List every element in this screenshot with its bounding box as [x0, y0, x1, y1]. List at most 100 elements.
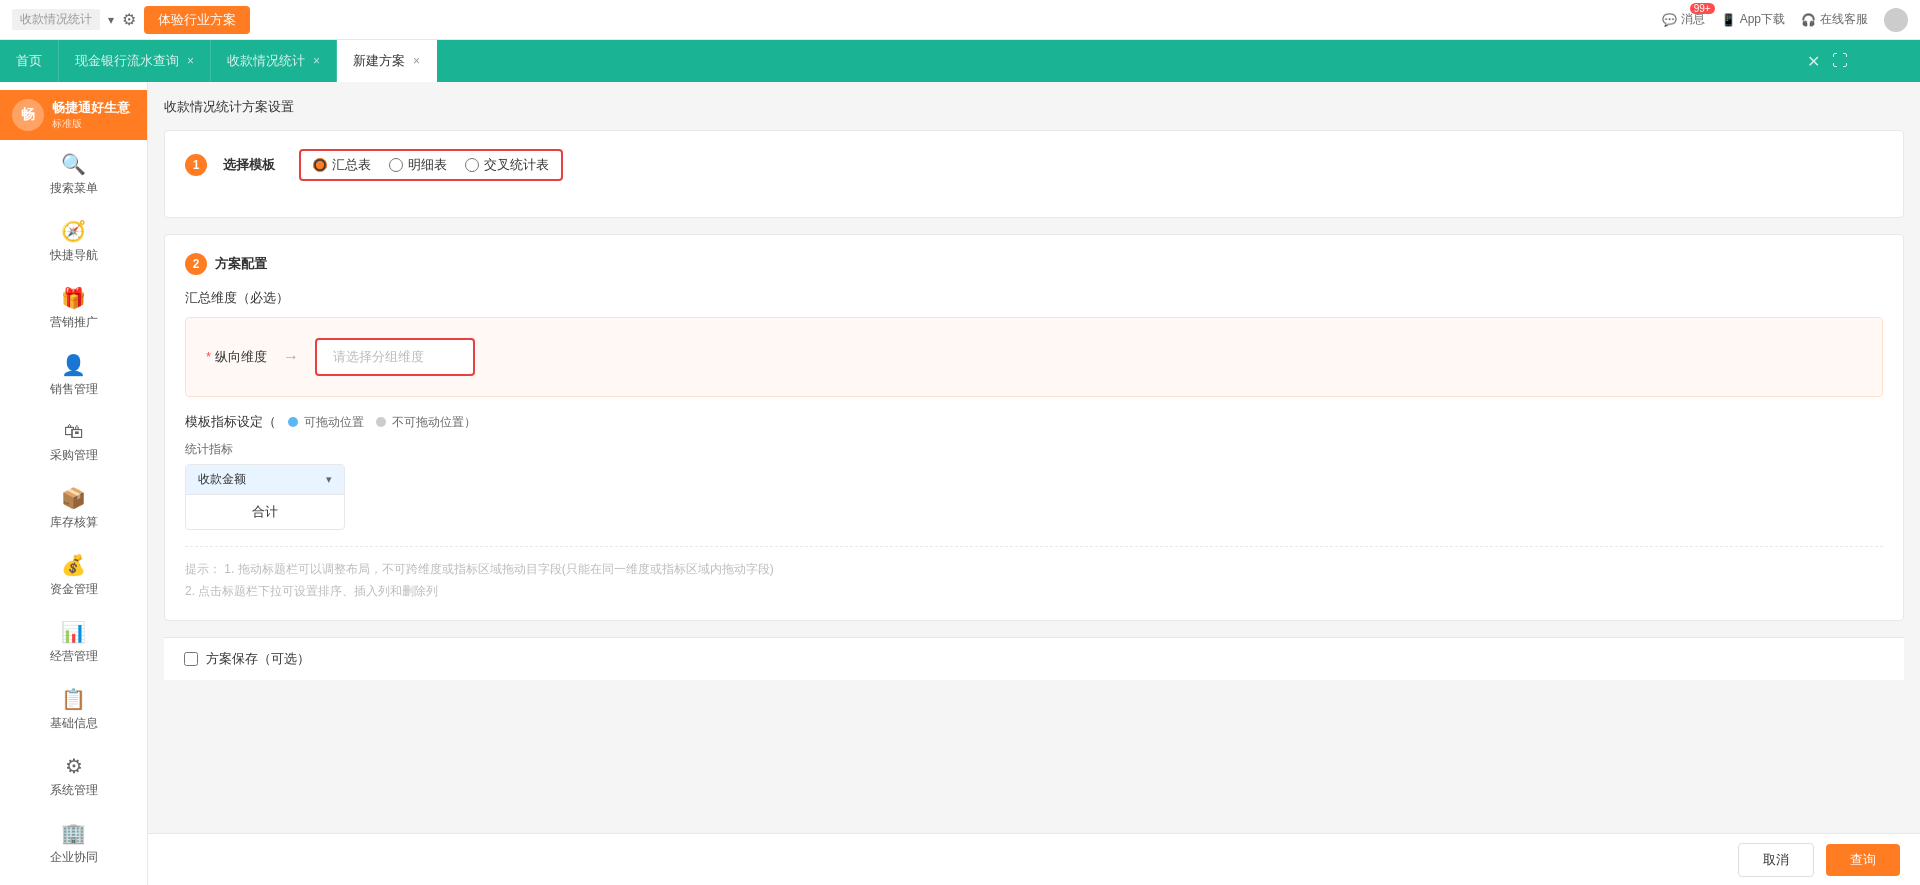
indicator-header: 模板指标设定（ 可拖动位置 不可拖动位置） [185, 413, 1883, 431]
indicator-col-header: 收款金额 ▾ [186, 465, 344, 495]
query-button[interactable]: 查询 [1826, 844, 1900, 876]
dimension-grid: *纵向维度 → 请选择分组维度 [185, 317, 1883, 397]
sidebar-item-basic-label: 基础信息 [50, 715, 98, 732]
radio-cross-label: 交叉统计表 [484, 156, 549, 174]
step1-label: 选择模板 [223, 156, 275, 174]
tab-bar-actions: ✕ ⛶ [1807, 40, 1860, 82]
tab-collection-close[interactable]: × [313, 54, 320, 68]
step2-label: 方案配置 [215, 255, 267, 273]
dimension-area: 汇总维度（必选） *纵向维度 → 请选择分组维度 [185, 289, 1883, 397]
logo-text: 畅捷通好生意 [52, 99, 130, 117]
tab-collection[interactable]: 收款情况统计 × [211, 40, 337, 82]
tab-bank-close[interactable]: × [187, 54, 194, 68]
tab-bank[interactable]: 现金银行流水查询 × [59, 40, 211, 82]
tip1: 提示： 1. 拖动标题栏可以调整布局，不可跨维度或指标区域拖动目字段(只能在同一… [185, 559, 1883, 581]
corp-icon: 🏢 [61, 821, 86, 845]
cancel-button[interactable]: 取消 [1738, 843, 1814, 877]
step1-badge: 1 [185, 154, 207, 176]
tab-bar: 首页 现金银行流水查询 × 收款情况统计 × 新建方案 × ✕ ⛶ [0, 40, 1920, 82]
logo-sub: 标准版 [52, 117, 130, 131]
radio-summary-label: 汇总表 [332, 156, 371, 174]
not-draggable-label: 不可拖动位置） [392, 414, 476, 431]
radio-detail[interactable]: 明细表 [389, 156, 447, 174]
sidebar-item-system-label: 系统管理 [50, 782, 98, 799]
logo-icon: 畅 [12, 99, 44, 131]
sidebar-item-inventory[interactable]: 📦 库存核算 [0, 474, 147, 541]
content-area: 收款情况统计方案设置 1 选择模板 汇总表 [148, 82, 1920, 885]
header-right: 💬 消息 99+ 📱 App下载 🎧 在线客服 [1662, 8, 1908, 32]
not-draggable-indicator: 不可拖动位置） [376, 414, 476, 431]
nav-icon: 🧭 [61, 219, 86, 243]
dimension-title: 汇总维度（必选） [185, 289, 1883, 307]
marketing-icon: 🎁 [61, 286, 86, 310]
required-mark: * [206, 349, 211, 364]
sidebar-item-search[interactable]: 🔍 搜索菜单 [0, 140, 147, 207]
header-left: 收款情况统计 ▾ ⚙ 体验行业方案 [12, 6, 250, 34]
sidebar-item-system[interactable]: ⚙ 系统管理 [0, 742, 147, 809]
template-section: 1 选择模板 汇总表 明细表 [185, 149, 1883, 181]
radio-summary-input[interactable] [313, 158, 327, 172]
indicator-settings: 模板指标设定（ 可拖动位置 不可拖动位置） 统计指标 [185, 413, 1883, 530]
tab-new-plan-close[interactable]: × [413, 54, 420, 68]
template-section-card: 1 选择模板 汇总表 明细表 [164, 130, 1904, 218]
tab-new-plan[interactable]: 新建方案 × [337, 40, 437, 82]
save-checkbox[interactable] [184, 652, 198, 666]
chevron-down-icon[interactable]: ▾ [326, 473, 332, 486]
sidebar-item-corp[interactable]: 🏢 企业协同 [0, 809, 147, 876]
page-content: 收款情况统计方案设置 1 选择模板 汇总表 [148, 82, 1920, 833]
tab-collection-label: 收款情况统计 [227, 52, 305, 70]
search-icon: 🔍 [61, 152, 86, 176]
download-label: App下载 [1740, 11, 1785, 28]
dropdown-btn[interactable]: ▾ [108, 13, 114, 27]
message-item[interactable]: 💬 消息 99+ [1662, 11, 1705, 28]
service-icon: 🎧 [1801, 13, 1816, 27]
message-badge: 99+ [1690, 3, 1715, 14]
sidebar-item-finance[interactable]: 💰 资金管理 [0, 541, 147, 608]
tab-expand-icon[interactable]: ⛶ [1832, 52, 1848, 70]
breadcrumb: 收款情况统计 [12, 9, 100, 30]
tip-section: 提示： 1. 拖动标题栏可以调整布局，不可跨维度或指标区域拖动目字段(只能在同一… [185, 546, 1883, 602]
sidebar-item-basic[interactable]: 📋 基础信息 [0, 675, 147, 742]
dim-selector[interactable]: 请选择分组维度 [315, 338, 475, 376]
gear-icon[interactable]: ⚙ [122, 10, 136, 29]
sidebar-logo: 畅 畅捷通好生意 标准版 [0, 90, 148, 140]
radio-cross-input[interactable] [465, 158, 479, 172]
sidebar-item-purchase[interactable]: 🛍 采购管理 [0, 408, 147, 474]
indicator-col-label: 收款金额 [198, 471, 246, 488]
industry-button[interactable]: 体验行业方案 [144, 6, 250, 34]
tab-new-plan-label: 新建方案 [353, 52, 405, 70]
not-draggable-dot [376, 417, 386, 427]
sidebar-item-corp-label: 企业协同 [50, 849, 98, 866]
dim-arrow: → [283, 348, 299, 366]
basic-icon: 📋 [61, 687, 86, 711]
radio-detail-input[interactable] [389, 158, 403, 172]
radio-summary[interactable]: 汇总表 [313, 156, 371, 174]
indicator-title-text: 模板指标设定（ [185, 413, 276, 431]
sidebar-item-marketing[interactable]: 🎁 营销推广 [0, 274, 147, 341]
radio-cross[interactable]: 交叉统计表 [465, 156, 549, 174]
tab-close-all-icon[interactable]: ✕ [1807, 52, 1820, 71]
tab-home[interactable]: 首页 [0, 40, 59, 82]
top-header: 收款情况统计 ▾ ⚙ 体验行业方案 💬 消息 99+ 📱 App下载 🎧 在线客… [0, 0, 1920, 40]
sidebar-item-purchase-label: 采购管理 [50, 447, 98, 464]
config-section-card: 2 方案配置 汇总维度（必选） *纵向维度 → 请选择分组维度 [164, 234, 1904, 621]
draggable-indicator: 可拖动位置 [288, 414, 364, 431]
page-title: 收款情况统计方案设置 [164, 98, 1904, 116]
avatar [1884, 8, 1908, 32]
sidebar-item-nav[interactable]: 🧭 快捷导航 [0, 207, 147, 274]
sidebar-item-operation[interactable]: 📊 经营管理 [0, 608, 147, 675]
logo-text-wrap: 畅捷通好生意 标准版 [52, 99, 130, 131]
service-label: 在线客服 [1820, 11, 1868, 28]
logo-abbr: 畅 [21, 106, 35, 124]
sidebar-item-sales-label: 销售管理 [50, 381, 98, 398]
draggable-label: 可拖动位置 [304, 414, 364, 431]
sidebar-item-marketing-label: 营销推广 [50, 314, 98, 331]
service-item[interactable]: 🎧 在线客服 [1801, 11, 1868, 28]
download-item[interactable]: 📱 App下载 [1721, 11, 1785, 28]
vertical-dim-label: *纵向维度 [206, 348, 267, 366]
sidebar-item-sales[interactable]: 👤 销售管理 [0, 341, 147, 408]
message-icon: 💬 [1662, 13, 1677, 27]
sidebar-item-search-label: 搜索菜单 [50, 180, 98, 197]
sidebar-item-inventory-label: 库存核算 [50, 514, 98, 531]
sidebar-item-guide[interactable]: 📖 新手引导 [0, 876, 147, 885]
